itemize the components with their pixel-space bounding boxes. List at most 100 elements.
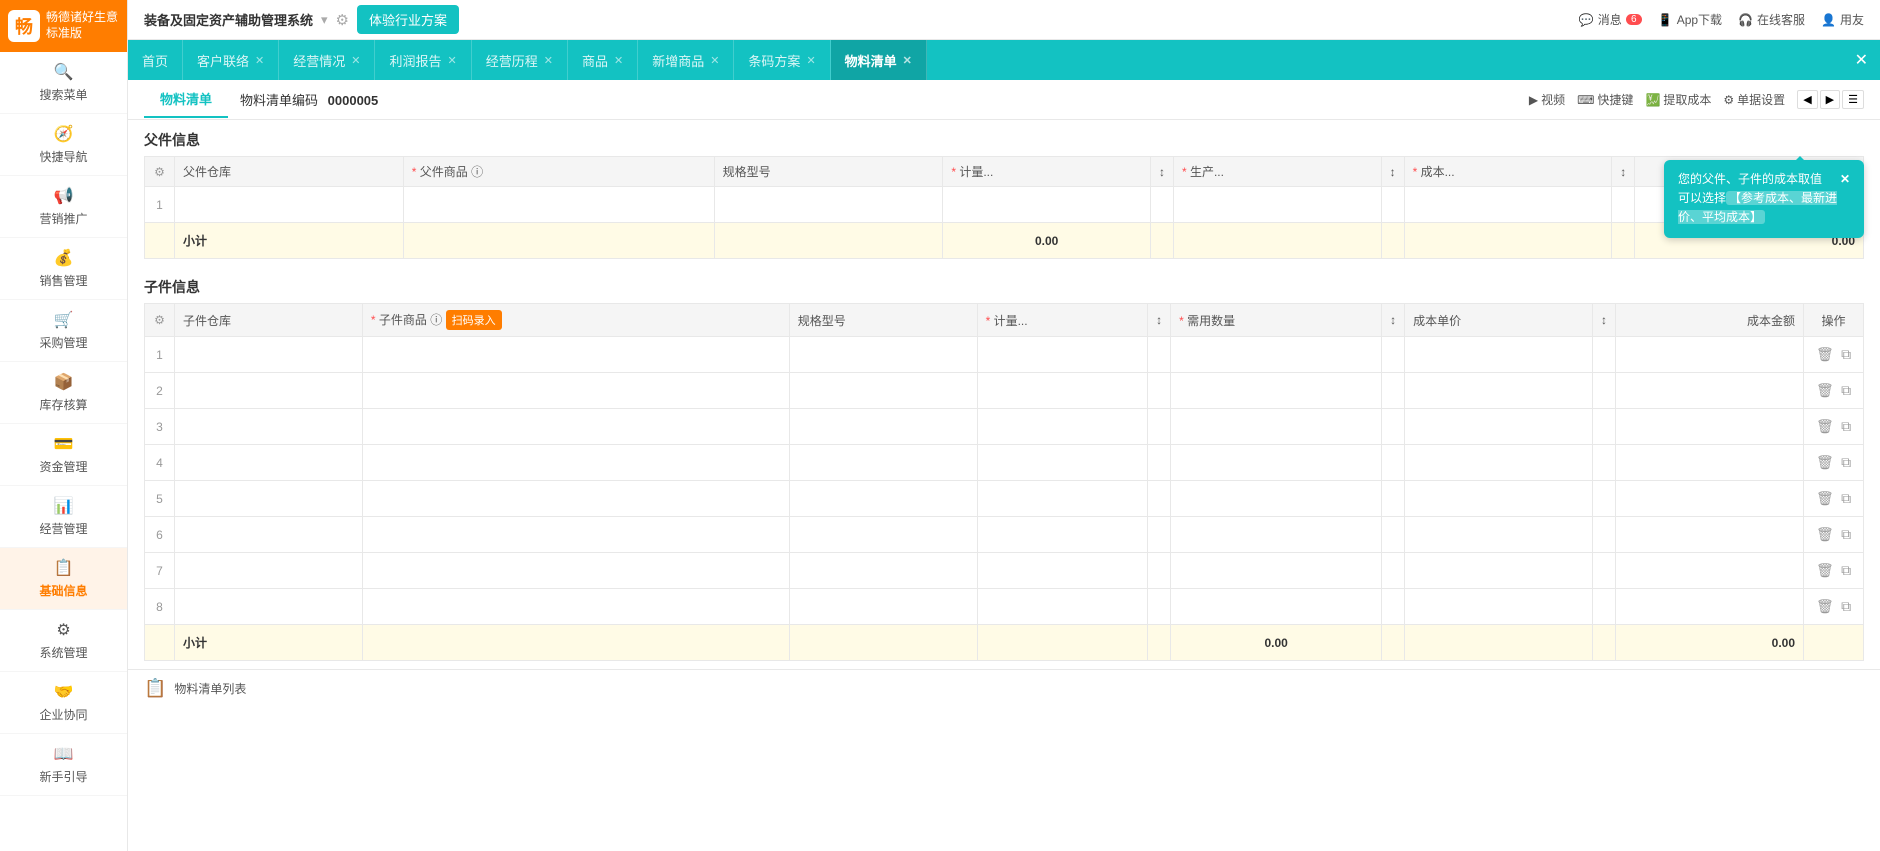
- view-button[interactable]: ▶ 视频: [1529, 91, 1565, 108]
- settings-icon[interactable]: ⚙: [336, 11, 349, 29]
- tab-close-利润报告[interactable]: ✕: [448, 54, 457, 67]
- tab-close-客户联络[interactable]: ✕: [255, 54, 264, 67]
- child-row-8-unit-cost[interactable]: [1405, 589, 1593, 625]
- child-row-6-product[interactable]: [362, 517, 789, 553]
- sidebar-item-采购管理[interactable]: 🛒采购管理: [0, 300, 127, 362]
- th-child-settings[interactable]: ⚙: [145, 304, 175, 337]
- next-button[interactable]: ▶: [1820, 90, 1840, 109]
- copy-icon-7[interactable]: ⧉: [1841, 562, 1851, 578]
- child-row-4-unit-cost[interactable]: [1405, 445, 1593, 481]
- child-row-6-unit[interactable]: [977, 517, 1148, 553]
- sidebar-item-搜索菜单[interactable]: 🔍搜索菜单: [0, 52, 127, 114]
- delete-icon-3[interactable]: 🗑: [1816, 418, 1834, 434]
- child-row-3-warehouse[interactable]: [175, 409, 363, 445]
- th-parent-settings[interactable]: ⚙: [145, 157, 175, 187]
- tab-bar-close[interactable]: ✕: [1843, 50, 1880, 70]
- copy-icon-8[interactable]: ⧉: [1841, 598, 1851, 614]
- child-row-5-spec[interactable]: [789, 481, 977, 517]
- child-row-3-qty[interactable]: [1171, 409, 1382, 445]
- shortcut-button[interactable]: ⌨ 快捷键: [1577, 91, 1633, 108]
- child-row-5-warehouse[interactable]: [175, 481, 363, 517]
- child-row-3-spec[interactable]: [789, 409, 977, 445]
- try-button[interactable]: 体验行业方案: [357, 5, 459, 34]
- copy-icon-4[interactable]: ⧉: [1841, 454, 1851, 470]
- tab-首页[interactable]: 首页: [128, 40, 183, 80]
- child-row-5-product[interactable]: [362, 481, 789, 517]
- parent-row-1-unit[interactable]: [943, 187, 1151, 223]
- messages-button[interactable]: 💬 消息 6: [1579, 11, 1642, 28]
- tab-close-条码方案[interactable]: ✕: [806, 54, 815, 67]
- sidebar-item-快捷导航[interactable]: 🧭快捷导航: [0, 114, 127, 176]
- copy-icon-3[interactable]: ⧉: [1841, 418, 1851, 434]
- parent-row-1-spec[interactable]: [714, 187, 943, 223]
- sidebar-item-经营管理[interactable]: 📊经营管理: [0, 486, 127, 548]
- online-service-button[interactable]: 🎧 在线客服: [1738, 11, 1805, 28]
- child-row-2-spec[interactable]: [789, 373, 977, 409]
- child-row-4-product[interactable]: [362, 445, 789, 481]
- tab-经营情况[interactable]: 经营情况✕: [279, 40, 375, 80]
- tab-close-新增商品[interactable]: ✕: [710, 54, 719, 67]
- child-row-6-unit-cost[interactable]: [1405, 517, 1593, 553]
- child-row-5-qty[interactable]: [1171, 481, 1382, 517]
- user-button[interactable]: 👤 用友: [1821, 11, 1864, 28]
- sidebar-item-基础信息[interactable]: 📋基础信息: [0, 548, 127, 610]
- sidebar-item-资金管理[interactable]: 💳资金管理: [0, 424, 127, 486]
- tooltip-close-button[interactable]: ✕: [1840, 170, 1850, 189]
- delete-icon-4[interactable]: 🗑: [1816, 454, 1834, 470]
- delete-icon-8[interactable]: 🗑: [1816, 598, 1834, 614]
- sub-tab-bom[interactable]: 物料清单: [144, 81, 228, 118]
- child-row-2-product[interactable]: [362, 373, 789, 409]
- menu-button[interactable]: ☰: [1842, 90, 1864, 109]
- sidebar-item-企业协同[interactable]: 🤝企业协同: [0, 672, 127, 734]
- dropdown-icon[interactable]: ▾: [321, 12, 328, 28]
- delete-icon-5[interactable]: 🗑: [1816, 490, 1834, 506]
- copy-icon-6[interactable]: ⧉: [1841, 526, 1851, 542]
- child-row-4-unit[interactable]: [977, 445, 1148, 481]
- delete-icon-2[interactable]: 🗑: [1816, 382, 1834, 398]
- app-logo[interactable]: 畅 畅德诸好生意 标准版: [0, 0, 127, 52]
- child-row-7-qty[interactable]: [1171, 553, 1382, 589]
- child-row-2-qty[interactable]: [1171, 373, 1382, 409]
- child-row-4-spec[interactable]: [789, 445, 977, 481]
- child-row-1-unit[interactable]: [977, 337, 1148, 373]
- child-row-8-warehouse[interactable]: [175, 589, 363, 625]
- child-row-3-unit[interactable]: [977, 409, 1148, 445]
- child-row-8-product[interactable]: [362, 589, 789, 625]
- child-row-6-warehouse[interactable]: [175, 517, 363, 553]
- child-row-7-unit[interactable]: [977, 553, 1148, 589]
- child-row-3-product[interactable]: [362, 409, 789, 445]
- copy-icon-1[interactable]: ⧉: [1841, 346, 1851, 362]
- child-row-8-unit[interactable]: [977, 589, 1148, 625]
- tab-close-经营历程[interactable]: ✕: [544, 54, 553, 67]
- parent-row-1-produce[interactable]: [1173, 187, 1381, 223]
- child-row-8-qty[interactable]: [1171, 589, 1382, 625]
- tab-商品[interactable]: 商品✕: [568, 40, 638, 80]
- tab-close-物料清单[interactable]: ✕: [903, 54, 912, 67]
- parent-row-1-product[interactable]: [403, 187, 714, 223]
- extract-cost-button[interactable]: 💹 提取成本: [1645, 91, 1711, 108]
- child-row-1-spec[interactable]: [789, 337, 977, 373]
- tab-利润报告[interactable]: 利润报告✕: [375, 40, 471, 80]
- child-row-1-unit-cost[interactable]: [1405, 337, 1593, 373]
- tab-客户联络[interactable]: 客户联络✕: [183, 40, 279, 80]
- copy-icon-2[interactable]: ⧉: [1841, 382, 1851, 398]
- child-row-5-unit[interactable]: [977, 481, 1148, 517]
- sidebar-item-新手引导[interactable]: 📖新手引导: [0, 734, 127, 796]
- child-row-1-product[interactable]: [362, 337, 789, 373]
- child-row-7-product[interactable]: [362, 553, 789, 589]
- sidebar-item-系统管理[interactable]: ⚙系统管理: [0, 610, 127, 672]
- child-row-7-unit-cost[interactable]: [1405, 553, 1593, 589]
- child-row-1-qty[interactable]: [1171, 337, 1382, 373]
- child-row-4-warehouse[interactable]: [175, 445, 363, 481]
- child-row-6-spec[interactable]: [789, 517, 977, 553]
- child-row-8-spec[interactable]: [789, 589, 977, 625]
- copy-icon-5[interactable]: ⧉: [1841, 490, 1851, 506]
- child-row-2-unit-cost[interactable]: [1405, 373, 1593, 409]
- single-settings-button[interactable]: ⚙ 单据设置: [1723, 91, 1785, 108]
- scan-button[interactable]: 扫码录入: [446, 310, 502, 330]
- child-row-3-unit-cost[interactable]: [1405, 409, 1593, 445]
- sidebar-item-库存核算[interactable]: 📦库存核算: [0, 362, 127, 424]
- tab-条码方案[interactable]: 条码方案✕: [734, 40, 830, 80]
- prev-button[interactable]: ◀: [1797, 90, 1817, 109]
- tab-新增商品[interactable]: 新增商品✕: [638, 40, 734, 80]
